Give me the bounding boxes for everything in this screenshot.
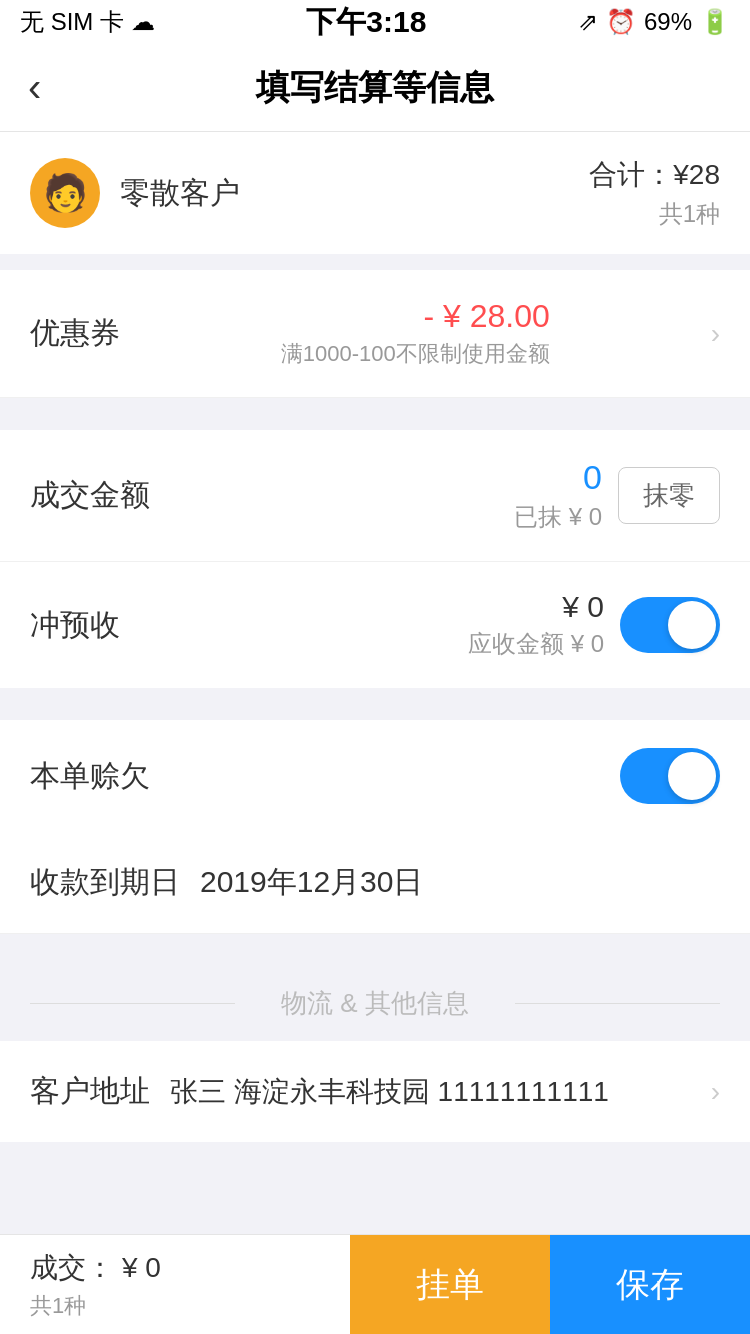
section-divider-3 <box>0 950 750 966</box>
status-time: 下午3:18 <box>306 2 426 43</box>
prepay-value: ¥ 0 <box>468 590 604 624</box>
deal-card: 成交金额 0 已抹 ¥ 0 抹零 冲预收 ¥ 0 应收金额 ¥ 0 <box>0 430 750 688</box>
coupon-label: 优惠券 <box>30 313 120 354</box>
status-left: 无 SIM 卡 ☁ <box>20 6 155 38</box>
credit-card: 本单赊欠 收款到期日 2019年12月30日 <box>0 720 750 934</box>
prepay-toggle[interactable] <box>620 597 720 653</box>
customer-card: 🧑 零散客户 合计：¥28 共1种 <box>0 132 750 254</box>
prepay-sub: 应收金额 ¥ 0 <box>468 628 604 660</box>
bottom-summary: 成交： ¥ 0 共1种 <box>0 1249 350 1321</box>
avatar: 🧑 <box>30 158 100 228</box>
battery-icon: 🔋 <box>700 8 730 36</box>
bottom-deal-label: 成交： <box>30 1249 114 1287</box>
customer-name: 零散客户 <box>120 173 240 214</box>
deal-amount-row: 成交金额 0 已抹 ¥ 0 抹零 <box>0 430 750 562</box>
bottom-deal-amount: ¥ 0 <box>122 1252 161 1284</box>
coupon-card: 优惠券 - ¥ 28.00 满1000-100不限制使用金额 › <box>0 270 750 398</box>
avatar-icon: 🧑 <box>43 172 88 214</box>
nav-title: 填写结算等信息 <box>256 65 494 111</box>
bottom-count: 共1种 <box>30 1291 320 1321</box>
address-row[interactable]: 客户地址 张三 海淀永丰科技园 11111111111 › <box>0 1041 750 1142</box>
section-divider-1 <box>0 414 750 430</box>
status-right: ⇗ ⏰ 69% 🔋 <box>578 8 730 36</box>
total-amount: 合计：¥28 <box>589 156 720 194</box>
deal-amount-right: 0 已抹 ¥ 0 抹零 <box>514 458 720 533</box>
section-divider-2 <box>0 704 750 720</box>
coupon-discount: - ¥ 28.00 <box>281 298 550 335</box>
deal-amount-label: 成交金额 <box>30 475 150 516</box>
coupon-row[interactable]: 优惠券 - ¥ 28.00 满1000-100不限制使用金额 › <box>0 270 750 398</box>
status-bar: 无 SIM 卡 ☁ 下午3:18 ⇗ ⏰ 69% 🔋 <box>0 0 750 44</box>
save-button[interactable]: 保存 <box>550 1235 750 1335</box>
address-value: 张三 海淀永丰科技园 11111111111 <box>170 1073 691 1111</box>
customer-total: 合计：¥28 共1种 <box>589 156 720 230</box>
credit-row: 本单赊欠 <box>0 720 750 832</box>
nav-bar: ‹ 填写结算等信息 <box>0 44 750 132</box>
credit-toggle-knob <box>668 752 716 800</box>
credit-label: 本单赊欠 <box>30 756 150 797</box>
credit-toggle[interactable] <box>620 748 720 804</box>
logistics-label: 物流 & 其他信息 <box>281 986 469 1021</box>
due-date-label: 收款到期日 <box>30 862 180 903</box>
prepay-row: 冲预收 ¥ 0 应收金额 ¥ 0 <box>0 562 750 688</box>
bottom-bar: 成交： ¥ 0 共1种 挂单 保存 <box>0 1234 750 1334</box>
coupon-right: - ¥ 28.00 满1000-100不限制使用金额 <box>281 298 550 369</box>
deal-amount-value: 0 <box>514 458 602 497</box>
location-icon: ⇗ <box>578 8 598 36</box>
round-zero-button[interactable]: 抹零 <box>618 467 720 524</box>
customer-row: 🧑 零散客户 合计：¥28 共1种 <box>0 132 750 254</box>
prepay-values: ¥ 0 应收金额 ¥ 0 <box>468 590 604 660</box>
deal-amount-sub: 已抹 ¥ 0 <box>514 501 602 533</box>
prepay-right: ¥ 0 应收金额 ¥ 0 <box>468 590 720 660</box>
logistics-section: 物流 & 其他信息 <box>0 966 750 1041</box>
no-sim-text: 无 SIM 卡 ☁ <box>20 6 155 38</box>
address-chevron-icon: › <box>711 1076 720 1108</box>
battery-text: 69% <box>644 8 692 36</box>
prepay-toggle-knob <box>668 601 716 649</box>
content-area: 🧑 零散客户 合计：¥28 共1种 优惠券 - ¥ 28.00 满1000-10… <box>0 132 750 1268</box>
address-card[interactable]: 客户地址 张三 海淀永丰科技园 11111111111 › <box>0 1041 750 1142</box>
customer-info: 🧑 零散客户 <box>30 158 240 228</box>
due-date-row: 收款到期日 2019年12月30日 <box>0 832 750 934</box>
prepay-label: 冲预收 <box>30 605 120 646</box>
back-button[interactable]: ‹ <box>28 65 41 110</box>
total-count: 共1种 <box>589 198 720 230</box>
coupon-description: 满1000-100不限制使用金额 <box>281 339 550 369</box>
due-date-value: 2019年12月30日 <box>200 862 423 903</box>
coupon-chevron-icon: › <box>711 318 720 350</box>
hang-order-button[interactable]: 挂单 <box>350 1235 550 1335</box>
alarm-icon: ⏰ <box>606 8 636 36</box>
address-label: 客户地址 <box>30 1071 150 1112</box>
